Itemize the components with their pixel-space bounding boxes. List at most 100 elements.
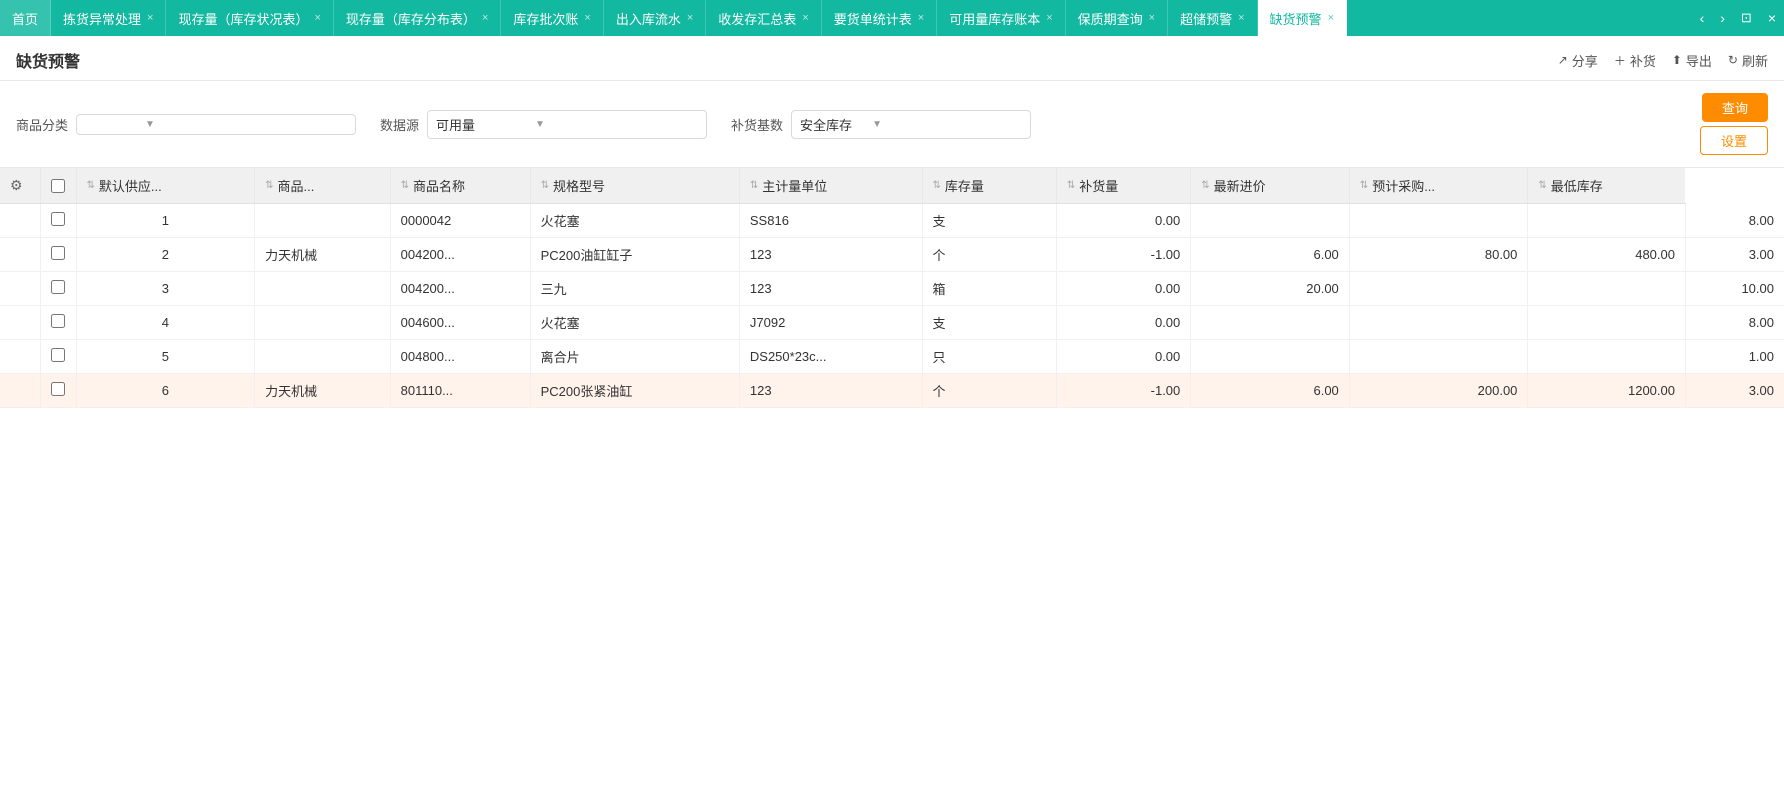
row-checkbox[interactable]: [51, 280, 65, 294]
row-stock-qty: 0.00: [1056, 204, 1190, 238]
th-spec: ⇅ 规格型号: [530, 168, 739, 204]
tab-expiry[interactable]: 保质期查询 ×: [1066, 0, 1168, 36]
row-num: 1: [76, 204, 255, 238]
row-spec: 123: [739, 238, 922, 272]
tab-close-available[interactable]: ×: [1046, 12, 1052, 24]
tab-available[interactable]: 可用量库存账本 ×: [937, 0, 1065, 36]
select-all-checkbox[interactable]: [51, 179, 65, 193]
tab-restore-btn[interactable]: ⊡: [1733, 10, 1760, 26]
tab-close-all-btn[interactable]: ×: [1760, 10, 1784, 26]
row-goods-name: 火花塞: [530, 204, 739, 238]
row-checkbox-cell: [40, 306, 76, 340]
th-checkbox: [40, 168, 76, 204]
row-checkbox[interactable]: [51, 212, 65, 226]
tab-close-expiry[interactable]: ×: [1149, 12, 1155, 24]
row-stock-qty: 0.00: [1056, 306, 1190, 340]
replenish-basis-value: 安全库存: [800, 115, 852, 134]
row-checkbox[interactable]: [51, 348, 65, 362]
sort-icon-min-stock: ⇅: [1538, 180, 1546, 191]
row-gear-cell: [0, 374, 40, 408]
row-goods-code: 004200...: [390, 238, 530, 272]
refresh-button[interactable]: ↻ 刷新: [1728, 51, 1768, 70]
query-button[interactable]: 查询: [1702, 93, 1768, 122]
row-unit: 个: [922, 238, 1056, 272]
tab-close-overstock[interactable]: ×: [1238, 12, 1244, 24]
export-icon: ⬆: [1672, 53, 1682, 67]
tab-close-batch-account[interactable]: ×: [584, 12, 590, 24]
th-stock-qty: ⇅ 库存量: [922, 168, 1056, 204]
tab-close-demand[interactable]: ×: [918, 12, 924, 24]
row-spec: SS816: [739, 204, 922, 238]
export-button[interactable]: ⬆ 导出: [1672, 51, 1712, 70]
tab-demand[interactable]: 要货单统计表 ×: [822, 0, 937, 36]
replenish-button[interactable]: ＋ 补货: [1614, 51, 1656, 70]
sort-icon-supplier: ⇅: [87, 180, 95, 191]
tab-close-stock-status[interactable]: ×: [314, 12, 320, 24]
row-supplier: [255, 204, 391, 238]
row-latest-price: 80.00: [1349, 238, 1528, 272]
row-num: 2: [76, 238, 255, 272]
row-spec: DS250*23c...: [739, 340, 922, 374]
tab-nav-prev[interactable]: ‹: [1692, 10, 1713, 26]
tab-stock-dist[interactable]: 现存量（库存分布表） ×: [334, 0, 501, 36]
sort-icon-stock: ⇅: [933, 180, 941, 191]
row-gear-cell: [0, 306, 40, 340]
row-checkbox[interactable]: [51, 246, 65, 260]
data-source-label: 数据源: [380, 115, 419, 134]
tab-overstock[interactable]: 超储预警 ×: [1168, 0, 1257, 36]
row-num: 6: [76, 374, 255, 408]
settings-button[interactable]: 设置: [1700, 126, 1768, 155]
replenish-basis-select[interactable]: 安全库存 ▼: [791, 110, 1031, 139]
row-latest-price: [1349, 204, 1528, 238]
sort-icon-price: ⇅: [1201, 180, 1209, 191]
row-num: 3: [76, 272, 255, 306]
row-latest-price: [1349, 306, 1528, 340]
tab-pick-exception[interactable]: 拣货异常处理 ×: [51, 0, 166, 36]
tab-close-pick-exception[interactable]: ×: [147, 12, 153, 24]
row-replenish-qty: 20.00: [1191, 272, 1350, 306]
row-min-stock: 3.00: [1685, 374, 1784, 408]
data-source-filter: 数据源 可用量 ▼: [380, 110, 707, 139]
settings-column-icon[interactable]: ⚙: [10, 177, 23, 194]
row-estimated-purchase: [1528, 340, 1686, 374]
row-goods-code: 801110...: [390, 374, 530, 408]
tab-shortage[interactable]: 缺货预警 ×: [1258, 0, 1347, 36]
data-table: ⚙ ⇅ 默认供应...: [0, 168, 1784, 408]
tab-close-shortage[interactable]: ×: [1328, 12, 1334, 24]
row-checkbox-cell: [40, 272, 76, 306]
data-source-select[interactable]: 可用量 ▼: [427, 110, 707, 139]
row-estimated-purchase: [1528, 306, 1686, 340]
tab-stock-status[interactable]: 现存量（库存状况表） ×: [166, 0, 333, 36]
row-goods-code: 004200...: [390, 272, 530, 306]
tab-close-stock-dist[interactable]: ×: [482, 12, 488, 24]
share-button[interactable]: ↗ 分享: [1558, 51, 1598, 70]
tab-summary[interactable]: 收发存汇总表 ×: [706, 0, 821, 36]
tab-close-flow[interactable]: ×: [687, 12, 693, 24]
th-replenish-qty: ⇅ 补货量: [1056, 168, 1190, 204]
goods-category-select[interactable]: ▼: [76, 114, 356, 135]
row-gear-cell: [0, 340, 40, 374]
row-checkbox[interactable]: [51, 382, 65, 396]
row-goods-name: PC200油缸缸子: [530, 238, 739, 272]
th-estimated-purchase: ⇅ 预计采购...: [1349, 168, 1528, 204]
row-goods-name: 三九: [530, 272, 739, 306]
share-icon: ↗: [1558, 53, 1568, 67]
row-replenish-qty: 6.00: [1191, 374, 1350, 408]
row-replenish-qty: [1191, 204, 1350, 238]
row-spec: 123: [739, 374, 922, 408]
tab-home[interactable]: 首页: [0, 0, 51, 36]
tab-bar: 首页 拣货异常处理 × 现存量（库存状况表） × 现存量（库存分布表） × 库存…: [0, 0, 1784, 36]
th-unit: ⇅ 主计量单位: [739, 168, 922, 204]
tab-close-summary[interactable]: ×: [802, 12, 808, 24]
row-checkbox[interactable]: [51, 314, 65, 328]
replenish-basis-arrow-icon: ▼: [872, 119, 882, 130]
tab-batch-account[interactable]: 库存批次账 ×: [501, 0, 603, 36]
row-min-stock: 3.00: [1685, 238, 1784, 272]
replenish-icon: ＋: [1614, 52, 1626, 69]
th-latest-price: ⇅ 最新进价: [1191, 168, 1350, 204]
row-stock-qty: -1.00: [1056, 374, 1190, 408]
row-checkbox-cell: [40, 238, 76, 272]
tab-nav-next[interactable]: ›: [1712, 10, 1733, 26]
tab-flow[interactable]: 出入库流水 ×: [604, 0, 706, 36]
table-body: 1 0000042 火花塞 SS816 支 0.00 8.00 2 力天机械 0…: [0, 204, 1784, 408]
